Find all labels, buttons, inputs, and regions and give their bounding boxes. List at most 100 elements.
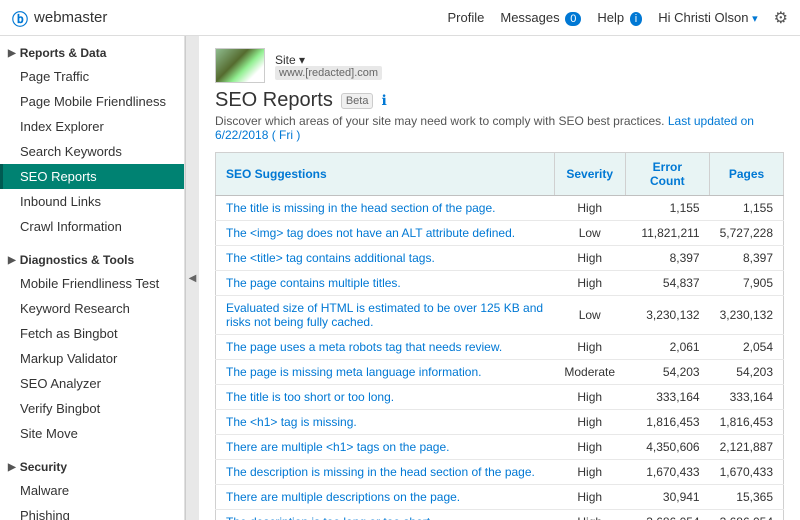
header: ⓑ webmaster Profile Messages 0 Help i Hi… [0, 0, 800, 36]
suggestion-cell: The description is too long or too short… [216, 510, 555, 520]
section-arrow: ▶ [8, 462, 16, 473]
suggestion-cell: The page uses a meta robots tag that nee… [216, 335, 555, 360]
main-content: Site ▾ www.[redacted].com SEO Reports Be… [199, 36, 800, 520]
table-row: There are multiple <h1> tags on the page… [216, 435, 784, 460]
sidebar-item-keyword-research[interactable]: Keyword Research [0, 296, 184, 321]
suggestion-link[interactable]: The description is too long or too short… [226, 515, 433, 520]
table-row: Evaluated size of HTML is estimated to b… [216, 296, 784, 335]
header-nav: Profile Messages 0 Help i Hi Christi Ols… [448, 8, 788, 28]
site-header: Site ▾ www.[redacted].com [215, 48, 784, 83]
sidebar-item-fetch-as-bingbot[interactable]: Fetch as Bingbot [0, 321, 184, 346]
user-dropdown-arrow: ▾ [752, 13, 758, 25]
suggestion-link[interactable]: The title is missing in the head section… [226, 201, 496, 215]
sidebar-toggle[interactable]: ◀ [185, 36, 199, 520]
sidebar-item-phishing[interactable]: Phishing [0, 503, 184, 520]
suggestion-cell: Evaluated size of HTML is estimated to b… [216, 296, 555, 335]
col-header-pages: Pages [710, 153, 784, 196]
site-info: Site ▾ www.[redacted].com [275, 53, 382, 79]
sidebar-item-seo-reports[interactable]: SEO Reports [0, 164, 184, 189]
table-row: The title is missing in the head section… [216, 196, 784, 221]
suggestion-cell: The page is missing meta language inform… [216, 360, 555, 385]
info-icon[interactable]: ℹ [381, 92, 386, 109]
pages-cell: 333,164 [710, 385, 784, 410]
sidebar-item-crawl-information[interactable]: Crawl Information [0, 214, 184, 239]
pages-cell: 2,054 [710, 335, 784, 360]
messages-badge: 0 [565, 12, 581, 26]
layout: ▶ Reports & DataPage TrafficPage Mobile … [0, 36, 800, 520]
sidebar-item-page-traffic[interactable]: Page Traffic [0, 64, 184, 89]
page-description: Discover which areas of your site may ne… [215, 114, 784, 142]
severity-cell: Low [554, 221, 625, 246]
sidebar-item-markup-validator[interactable]: Markup Validator [0, 346, 184, 371]
severity-cell: High [554, 335, 625, 360]
page-title-row: SEO Reports Beta ℹ [215, 89, 784, 112]
suggestion-link[interactable]: The <h1> tag is missing. [226, 415, 357, 429]
table-row: The <title> tag contains additional tags… [216, 246, 784, 271]
help-link[interactable]: Help i [597, 10, 642, 25]
beta-badge: Beta [341, 93, 374, 109]
page-title: SEO Reports [215, 89, 333, 112]
error-count-cell: 2,061 [625, 335, 710, 360]
suggestion-link[interactable]: There are multiple <h1> tags on the page… [226, 440, 449, 454]
suggestion-cell: The title is too short or too long. [216, 385, 555, 410]
sidebar-item-verify-bingbot[interactable]: Verify Bingbot [0, 396, 184, 421]
severity-cell: Low [554, 296, 625, 335]
severity-cell: High [554, 510, 625, 520]
table-row: The description is missing in the head s… [216, 460, 784, 485]
logo: ⓑ webmaster [12, 6, 107, 30]
severity-cell: High [554, 385, 625, 410]
suggestion-link[interactable]: The <title> tag contains additional tags… [226, 251, 435, 265]
severity-cell: High [554, 196, 625, 221]
error-count-cell: 333,164 [625, 385, 710, 410]
gear-icon[interactable]: ⚙ [774, 8, 788, 28]
sidebar-item-search-keywords[interactable]: Search Keywords [0, 139, 184, 164]
user-greeting[interactable]: Hi Christi Olson ▾ [658, 10, 757, 25]
severity-cell: High [554, 435, 625, 460]
suggestion-cell: The <title> tag contains additional tags… [216, 246, 555, 271]
pages-cell: 1,670,433 [710, 460, 784, 485]
pages-cell: 1,816,453 [710, 410, 784, 435]
suggestion-link[interactable]: The title is too short or too long. [226, 390, 394, 404]
suggestion-link[interactable]: There are multiple descriptions on the p… [226, 490, 460, 504]
site-thumbnail [215, 48, 265, 83]
sidebar-item-malware[interactable]: Malware [0, 478, 184, 503]
suggestion-cell: The <h1> tag is missing. [216, 410, 555, 435]
site-dropdown[interactable]: Site ▾ [275, 53, 382, 67]
table-row: The <img> tag does not have an ALT attri… [216, 221, 784, 246]
sidebar-item-mobile-friendliness-test[interactable]: Mobile Friendliness Test [0, 271, 184, 296]
sidebar-item-inbound-links[interactable]: Inbound Links [0, 189, 184, 214]
sidebar-item-site-move[interactable]: Site Move [0, 421, 184, 446]
suggestion-link[interactable]: The page contains multiple titles. [226, 276, 401, 290]
brand-label: webmaster [34, 9, 107, 26]
pages-cell: 1,155 [710, 196, 784, 221]
pages-cell: 8,397 [710, 246, 784, 271]
suggestion-cell: There are multiple <h1> tags on the page… [216, 435, 555, 460]
suggestion-link[interactable]: The <img> tag does not have an ALT attri… [226, 226, 515, 240]
severity-cell: High [554, 460, 625, 485]
suggestion-link[interactable]: Evaluated size of HTML is estimated to b… [226, 301, 543, 329]
suggestion-link[interactable]: The description is missing in the head s… [226, 465, 535, 479]
sidebar-section-header-1[interactable]: ▶ Diagnostics & Tools [0, 247, 184, 271]
seo-table: SEO SuggestionsSeverityError CountPages … [215, 152, 784, 520]
sidebar-section-header-0[interactable]: ▶ Reports & Data [0, 40, 184, 64]
pages-cell: 3,686,054 [710, 510, 784, 520]
sidebar-section-2: ▶ SecurityMalwarePhishing [0, 450, 184, 520]
sidebar-item-page-mobile-friendliness[interactable]: Page Mobile Friendliness [0, 89, 184, 114]
table-row: The page uses a meta robots tag that nee… [216, 335, 784, 360]
severity-cell: High [554, 410, 625, 435]
suggestion-link[interactable]: The page is missing meta language inform… [226, 365, 481, 379]
sidebar-item-index-explorer[interactable]: Index Explorer [0, 114, 184, 139]
pages-cell: 5,727,228 [710, 221, 784, 246]
sidebar-section-header-2[interactable]: ▶ Security [0, 454, 184, 478]
suggestion-link[interactable]: The page uses a meta robots tag that nee… [226, 340, 502, 354]
section-arrow: ▶ [8, 255, 16, 266]
sidebar-item-seo-analyzer[interactable]: SEO Analyzer [0, 371, 184, 396]
severity-cell: Moderate [554, 360, 625, 385]
pages-cell: 7,905 [710, 271, 784, 296]
sidebar: ▶ Reports & DataPage TrafficPage Mobile … [0, 36, 185, 520]
pages-cell: 3,230,132 [710, 296, 784, 335]
messages-link[interactable]: Messages 0 [500, 10, 581, 25]
profile-link[interactable]: Profile [448, 10, 485, 25]
suggestion-cell: There are multiple descriptions on the p… [216, 485, 555, 510]
error-count-cell: 1,816,453 [625, 410, 710, 435]
